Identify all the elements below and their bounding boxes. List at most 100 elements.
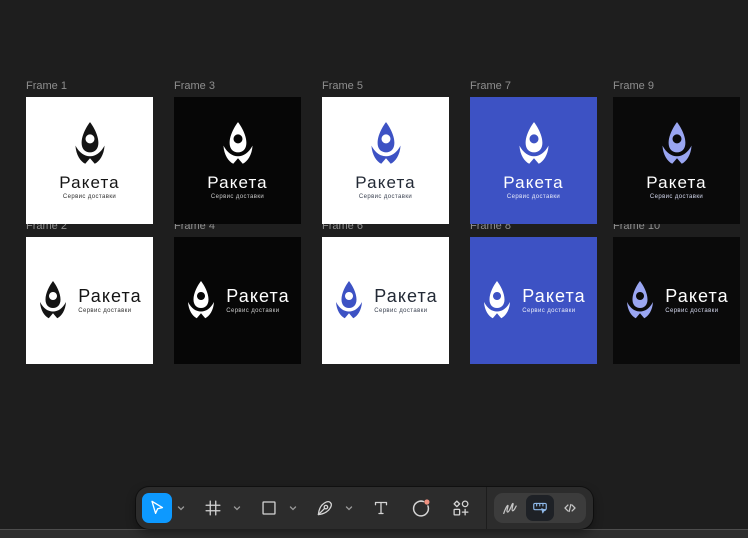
rocket-icon bbox=[222, 122, 253, 164]
frame-label-2[interactable]: Frame 3 bbox=[174, 80, 215, 93]
pen-icon bbox=[317, 501, 332, 516]
frame-4[interactable]: Ракета Сервис доставки bbox=[174, 237, 301, 364]
dev-code-icon bbox=[564, 503, 576, 513]
logo-subtitle: Сервис доставки bbox=[665, 308, 719, 314]
logo-text: Ракета Сервис доставки bbox=[207, 174, 267, 200]
logo-title: Ракета bbox=[665, 286, 729, 306]
frame-label-3[interactable]: Frame 5 bbox=[322, 80, 363, 93]
actions-tool-group bbox=[406, 493, 436, 523]
rocket-icon bbox=[370, 122, 401, 164]
frame-6[interactable]: Ракета Сервис доставки bbox=[322, 237, 449, 364]
cursor-icon bbox=[151, 500, 164, 514]
rocket-icon bbox=[336, 280, 363, 318]
pen-tool-dropdown[interactable] bbox=[342, 493, 356, 523]
annotate-tool-button[interactable] bbox=[496, 495, 524, 521]
frame-10[interactable]: Ракета Сервис доставки bbox=[613, 237, 740, 364]
rocket-icon bbox=[627, 280, 654, 318]
ruler-cursor-icon bbox=[533, 502, 547, 514]
rocket-icon bbox=[518, 122, 549, 164]
logo: Ракета Сервис доставки bbox=[355, 121, 415, 200]
text-icon bbox=[374, 501, 388, 515]
frame-grid-icon bbox=[205, 500, 221, 516]
measure-tool-button[interactable] bbox=[526, 495, 554, 521]
figma-canvas-window: { "canvas": { "label_color": "#8f8f8f", … bbox=[0, 0, 748, 538]
actions-button[interactable] bbox=[406, 493, 436, 523]
logo-subtitle: Сервис доставки bbox=[62, 194, 117, 200]
rocket-icon bbox=[188, 280, 215, 318]
frame-5[interactable]: Ракета Сервис доставки bbox=[322, 97, 449, 224]
logo-text: Ракета Сервис доставки bbox=[374, 287, 438, 314]
chevron-down-icon bbox=[233, 506, 241, 511]
frame-9[interactable]: Ракета Сервис доставки bbox=[613, 97, 740, 224]
frame-8[interactable]: Ракета Сервис доставки bbox=[470, 237, 597, 364]
frame-7[interactable]: Ракета Сервис доставки bbox=[470, 97, 597, 224]
text-tool-button[interactable] bbox=[366, 493, 396, 523]
rocket-icon bbox=[74, 122, 105, 164]
logo-title: Ракета bbox=[78, 286, 142, 306]
logo-text: Ракета Сервис доставки bbox=[646, 174, 706, 200]
chevron-down-icon bbox=[345, 506, 353, 511]
mode-toggle-pill bbox=[494, 493, 586, 523]
frame-label-5[interactable]: Frame 9 bbox=[613, 80, 654, 93]
frame-label-4[interactable]: Frame 7 bbox=[470, 80, 511, 93]
logo-subtitle: Сервис доставки bbox=[522, 308, 576, 314]
logo: Ракета Сервис доставки bbox=[481, 280, 586, 322]
logo: Ракета Сервис доставки bbox=[624, 280, 729, 322]
logo-subtitle: Сервис доставки bbox=[506, 194, 561, 200]
toolbar-main-section bbox=[136, 487, 486, 529]
logo-title: Ракета bbox=[646, 173, 707, 192]
logo-title: Ракета bbox=[355, 173, 416, 192]
move-tool-button[interactable] bbox=[142, 493, 172, 523]
dev-mode-code-button[interactable] bbox=[556, 495, 584, 521]
resources-tool-group bbox=[446, 493, 476, 523]
logo: Ракета Сервис доставки bbox=[503, 121, 563, 200]
frame-2[interactable]: Ракета Сервис доставки bbox=[26, 237, 153, 364]
logo-text: Ракета Сервис доставки bbox=[78, 287, 142, 314]
logo: Ракета Сервис доставки bbox=[207, 121, 267, 200]
logo-title: Ракета bbox=[503, 173, 564, 192]
logo: Ракета Сервис доставки bbox=[646, 121, 706, 200]
rectangle-icon bbox=[262, 501, 276, 515]
resources-shapes-icon bbox=[453, 500, 469, 516]
logo-title: Ракета bbox=[374, 286, 438, 306]
logo-subtitle: Сервис доставки bbox=[649, 194, 704, 200]
text-tool-group bbox=[366, 493, 396, 523]
rocket-icon bbox=[661, 122, 692, 164]
shape-tool-button[interactable] bbox=[254, 493, 284, 523]
frame-1[interactable]: Ракета Сервис доставки bbox=[26, 97, 153, 224]
move-tool-group bbox=[142, 493, 188, 523]
pen-tool-group bbox=[310, 493, 356, 523]
logo-subtitle: Сервис доставки bbox=[358, 194, 413, 200]
logo: Ракета Сервис доставки bbox=[185, 280, 290, 322]
shape-tool-dropdown[interactable] bbox=[286, 493, 300, 523]
logo-title: Ракета bbox=[207, 173, 268, 192]
frame-tool-group bbox=[198, 493, 244, 523]
logo-title: Ракета bbox=[522, 286, 586, 306]
logo-subtitle: Сервис доставки bbox=[210, 194, 265, 200]
logo-subtitle: Сервис доставки bbox=[374, 308, 428, 314]
logo-text: Ракета Сервис доставки bbox=[665, 287, 729, 314]
frame-label-1[interactable]: Frame 1 bbox=[26, 80, 67, 93]
pen-tool-button[interactable] bbox=[310, 493, 340, 523]
logo-subtitle: Сервис доставки bbox=[226, 308, 280, 314]
logo-subtitle: Сервис доставки bbox=[78, 308, 132, 314]
frame-tool-button[interactable] bbox=[198, 493, 228, 523]
toolbar bbox=[136, 487, 593, 529]
logo-text: Ракета Сервис доставки bbox=[355, 174, 415, 200]
chevron-down-icon bbox=[289, 506, 297, 511]
rocket-icon bbox=[484, 280, 511, 318]
logo-text: Ракета Сервис доставки bbox=[226, 287, 290, 314]
logo: Ракета Сервис доставки bbox=[37, 280, 142, 322]
actions-circle-icon bbox=[412, 499, 430, 517]
resources-button[interactable] bbox=[446, 493, 476, 523]
toolbar-right-section bbox=[486, 487, 593, 529]
frame-3[interactable]: Ракета Сервис доставки bbox=[174, 97, 301, 224]
shape-tool-group bbox=[254, 493, 300, 523]
scribble-icon bbox=[503, 502, 517, 515]
notification-dot bbox=[424, 499, 430, 505]
move-tool-dropdown[interactable] bbox=[174, 493, 188, 523]
frame-tool-dropdown[interactable] bbox=[230, 493, 244, 523]
logo-text: Ракета Сервис доставки bbox=[59, 174, 119, 200]
logo-text: Ракета Сервис доставки bbox=[522, 287, 586, 314]
canvas[interactable]: Frame 1 Ракета Сервис доставки Frame 3 Р… bbox=[0, 0, 748, 537]
